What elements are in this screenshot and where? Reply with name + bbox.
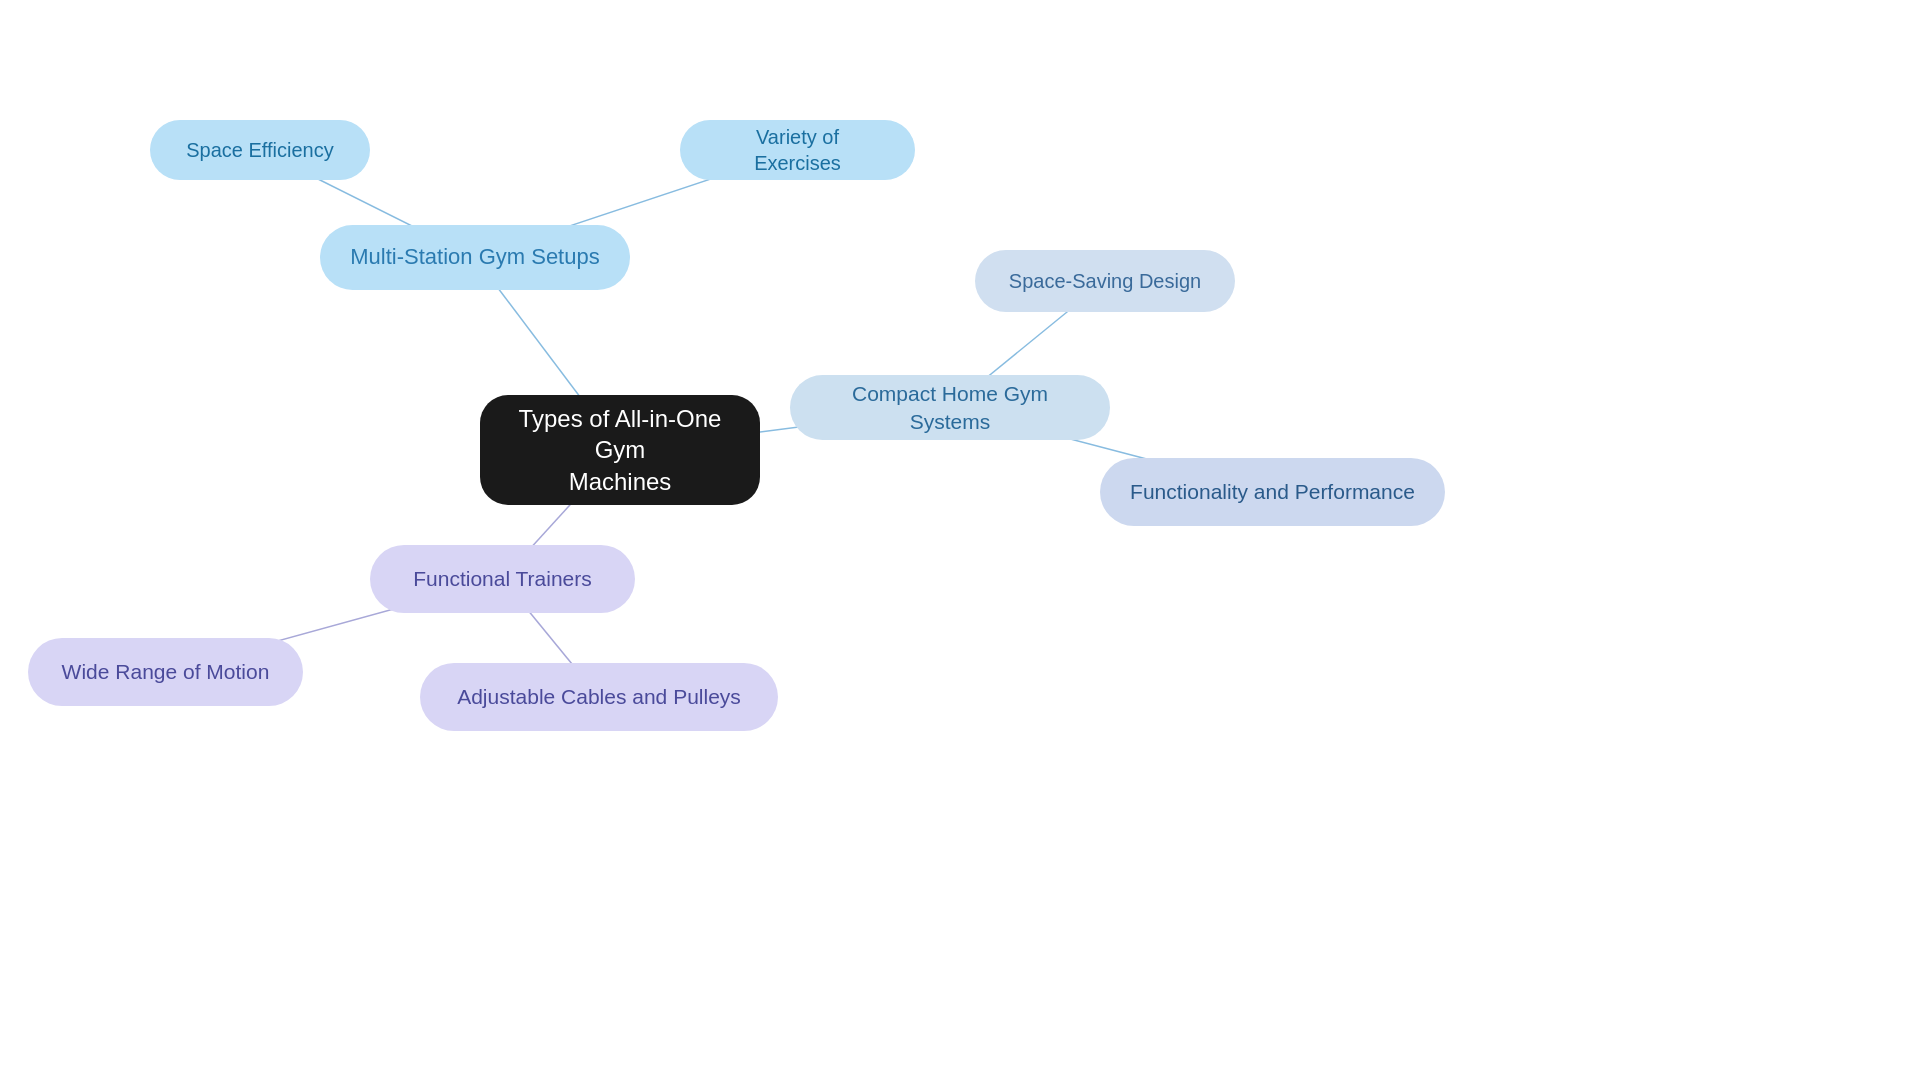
compact-home-node[interactable]: Compact Home Gym Systems bbox=[790, 375, 1110, 440]
wide-range-node[interactable]: Wide Range of Motion bbox=[28, 638, 303, 706]
wide-range-label: Wide Range of Motion bbox=[62, 658, 270, 685]
space-efficiency-node[interactable]: Space Efficiency bbox=[150, 120, 370, 180]
adjustable-cables-node[interactable]: Adjustable Cables and Pulleys bbox=[420, 663, 778, 731]
variety-exercises-label: Variety of Exercises bbox=[710, 124, 885, 176]
variety-exercises-node[interactable]: Variety of Exercises bbox=[680, 120, 915, 180]
center-label: Types of All-in-One Gym Machines bbox=[510, 403, 730, 497]
space-saving-label: Space-Saving Design bbox=[1009, 268, 1201, 294]
space-efficiency-label: Space Efficiency bbox=[186, 137, 334, 163]
compact-home-label: Compact Home Gym Systems bbox=[820, 380, 1080, 435]
multi-station-label: Multi-Station Gym Setups bbox=[350, 243, 599, 272]
multi-station-node[interactable]: Multi-Station Gym Setups bbox=[320, 225, 630, 290]
functional-trainers-node[interactable]: Functional Trainers bbox=[370, 545, 635, 613]
space-saving-node[interactable]: Space-Saving Design bbox=[975, 250, 1235, 312]
functional-trainers-label: Functional Trainers bbox=[413, 565, 592, 592]
functionality-label: Functionality and Performance bbox=[1130, 478, 1415, 505]
center-node[interactable]: Types of All-in-One Gym Machines bbox=[480, 395, 760, 505]
adjustable-cables-label: Adjustable Cables and Pulleys bbox=[457, 683, 741, 710]
functionality-node[interactable]: Functionality and Performance bbox=[1100, 458, 1445, 526]
